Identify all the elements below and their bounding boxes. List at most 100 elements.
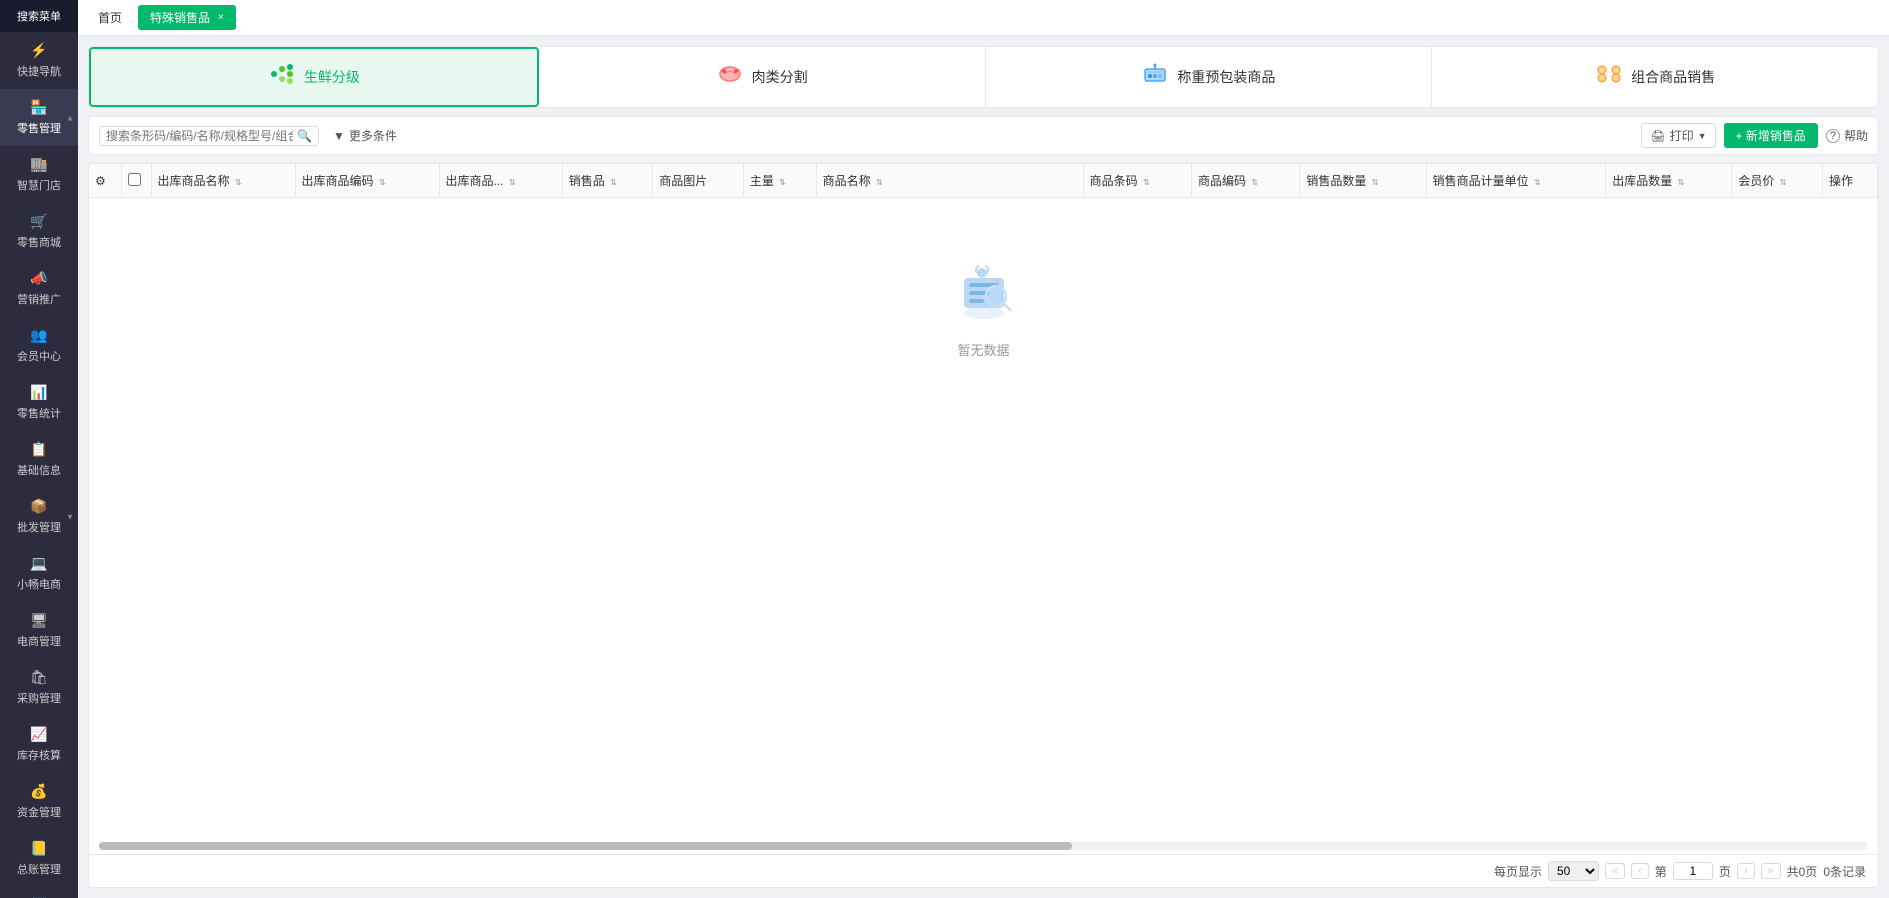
search-box[interactable]: 🔍 (99, 126, 319, 146)
sidebar-logo[interactable]: 搜索菜单 (0, 0, 78, 32)
th-out-code[interactable]: 出库商品编码 ⇅ (295, 164, 439, 198)
th-checkbox[interactable] (121, 164, 151, 198)
th-main-weight-label: 主量 (750, 174, 774, 188)
search-input[interactable] (106, 129, 293, 143)
print-button[interactable]: 🖨 打印 ▼ (1641, 123, 1715, 148)
tab-special-sales[interactable]: 特殊销售品 × (138, 5, 236, 30)
search-icon[interactable]: 🔍 (297, 129, 312, 143)
sidebar-item-invoice-mgmt[interactable]: 🧾 发票管理 (0, 887, 78, 898)
sidebar-item-label: 智慧门店 (17, 177, 61, 193)
member-center-icon: 👥 (30, 327, 47, 344)
sort-icon[interactable]: ⇅ (379, 178, 386, 187)
th-out-name[interactable]: 出库商品名称 ⇅ (151, 164, 295, 198)
th-product-code-label: 商品编码 (1198, 174, 1246, 188)
th-operation-label: 操作 (1829, 174, 1853, 188)
sidebar-item-retail-mall[interactable]: 🛒 零售商城 (0, 203, 78, 260)
prev-page-button[interactable]: ‹ (1631, 863, 1649, 879)
per-page-select[interactable]: 50 10 20 100 (1548, 861, 1599, 881)
sidebar-item-retail-mgmt[interactable]: 🏪 零售管理 (0, 89, 78, 146)
sidebar-item-retail-stats[interactable]: 📊 零售统计 (0, 374, 78, 431)
th-product-name[interactable]: 商品名称 ⇅ (816, 164, 1083, 198)
new-sales-item-button[interactable]: + 新增销售品 (1724, 123, 1818, 148)
sort-icon[interactable]: ⇅ (235, 178, 242, 187)
next-page-button[interactable]: › (1737, 863, 1755, 879)
th-product-img-label: 商品图片 (659, 174, 707, 188)
help-label: 帮助 (1844, 127, 1868, 144)
sort-icon[interactable]: ⇅ (1534, 178, 1541, 187)
sidebar-item-label: 会员中心 (17, 348, 61, 364)
th-sales-qty[interactable]: 销售品数量 ⇅ (1300, 164, 1426, 198)
sidebar-item-label: 资金管理 (17, 804, 61, 820)
th-out-spec[interactable]: 出库商品... ⇅ (439, 164, 562, 198)
th-sales-item[interactable]: 销售品 ⇅ (562, 164, 653, 198)
help-button[interactable]: ? 帮助 (1826, 127, 1868, 144)
sidebar-item-wholesale-mgmt[interactable]: 📦 批发管理 (0, 488, 78, 545)
mini-ecom-icon: 💻 (30, 555, 47, 572)
sidebar-item-basic-info[interactable]: 📋 基础信息 (0, 431, 78, 488)
th-out-code-label: 出库商品编码 (302, 174, 374, 188)
general-ledger-icon: 📒 (30, 840, 47, 857)
th-main-weight[interactable]: 主量 ⇅ (743, 164, 816, 198)
table-wrap[interactable]: ⚙ 出库商品名称 ⇅ 出库商品编码 ⇅ (89, 164, 1878, 838)
sort-icon[interactable]: ⇅ (610, 178, 617, 187)
sort-icon[interactable]: ⇅ (779, 178, 786, 187)
sidebar-item-fund-mgmt[interactable]: 💰 资金管理 (0, 773, 78, 830)
th-gear[interactable]: ⚙ (89, 164, 121, 198)
last-page-button[interactable]: » (1761, 863, 1781, 879)
sort-icon[interactable]: ⇅ (509, 178, 516, 187)
sort-icon[interactable]: ⇅ (1143, 178, 1150, 187)
th-out-spec-label: 出库商品... (446, 174, 504, 188)
sidebar-item-sales-promo[interactable]: 📣 营销推广 (0, 260, 78, 317)
th-sales-item-label: 销售品 (569, 174, 605, 188)
select-all-checkbox[interactable] (128, 173, 141, 186)
filter-icon: ▼ (333, 129, 345, 143)
th-barcode[interactable]: 商品条码 ⇅ (1083, 164, 1191, 198)
tab-home[interactable]: 首页 (90, 5, 130, 30)
pagination: 每页显示 50 10 20 100 « ‹ 第 页 › (89, 854, 1878, 887)
cat-tab-weight-packed[interactable]: 称重预包装商品 (986, 47, 1433, 107)
toolbar-right: 🖨 打印 ▼ + 新增销售品 ? 帮助 (1641, 123, 1868, 148)
retail-mgmt-icon: 🏪 (30, 99, 47, 116)
sidebar-item-mini-ecom[interactable]: 💻 小畅电商 (0, 545, 78, 602)
fund-mgmt-icon: 💰 (30, 783, 47, 800)
page-unit: 页 (1719, 863, 1731, 880)
empty-icon (944, 258, 1024, 328)
horizontal-scrollbar[interactable] (99, 842, 1868, 850)
purchase-mgmt-icon: 🛍 (30, 669, 48, 686)
page-label: 第 (1655, 863, 1667, 880)
first-page-button[interactable]: « (1605, 863, 1625, 879)
page-number-input[interactable] (1673, 862, 1713, 880)
th-member-price[interactable]: 会员价 ⇅ (1732, 164, 1823, 198)
sort-icon[interactable]: ⇅ (1372, 178, 1379, 187)
tab-close-icon[interactable]: × (218, 12, 224, 23)
sidebar-item-general-ledger[interactable]: 📒 总账管理 (0, 830, 78, 887)
scrollbar-thumb[interactable] (99, 842, 1072, 850)
gear-icon[interactable]: ⚙ (95, 174, 106, 188)
cat-tab-combo-sales[interactable]: 组合商品销售 (1432, 47, 1878, 107)
empty-state: 暂无数据 (89, 198, 1878, 419)
cat-tab-meat-cut[interactable]: 肉类分割 (539, 47, 986, 107)
sidebar-item-label: 零售统计 (17, 405, 61, 421)
th-product-code[interactable]: 商品编码 ⇅ (1192, 164, 1300, 198)
sidebar-item-purchase-mgmt[interactable]: 🛍 采购管理 (0, 659, 78, 716)
th-out-qty-label: 出库品数量 (1612, 174, 1672, 188)
th-out-qty[interactable]: 出库品数量 ⇅ (1606, 164, 1732, 198)
sidebar-item-smart-store[interactable]: 🏬 智慧门店 (0, 146, 78, 203)
sort-icon[interactable]: ⇅ (1678, 178, 1685, 187)
sidebar-item-member-center[interactable]: 👥 会员中心 (0, 317, 78, 374)
th-sales-unit[interactable]: 销售商品计量单位 ⇅ (1426, 164, 1606, 198)
filter-button[interactable]: ▼ 更多条件 (327, 125, 403, 146)
sidebar-item-quick-nav[interactable]: ⚡ 快捷导航 (0, 32, 78, 89)
smart-store-icon: 🏬 (30, 156, 47, 173)
sidebar-item-ecom-mgmt[interactable]: 🖥 电商管理 (0, 602, 78, 659)
sidebar-item-label: 总账管理 (17, 861, 61, 877)
sidebar-item-inventory[interactable]: 📈 库存核算 (0, 716, 78, 773)
sidebar: 搜索菜单 ⚡ 快捷导航 🏪 零售管理 🏬 智慧门店 🛒 零售商城 📣 营销推广 … (0, 0, 78, 898)
cat-tab-fresh-grade[interactable]: 生鲜分级 (89, 47, 539, 107)
sort-icon[interactable]: ⇅ (876, 178, 883, 187)
retail-mall-icon: 🛒 (30, 213, 47, 230)
topbar: 首页 特殊销售品 × (78, 0, 1889, 36)
total-records: 0条记录 (1823, 863, 1866, 880)
sort-icon[interactable]: ⇅ (1780, 178, 1787, 187)
sort-icon[interactable]: ⇅ (1251, 178, 1258, 187)
